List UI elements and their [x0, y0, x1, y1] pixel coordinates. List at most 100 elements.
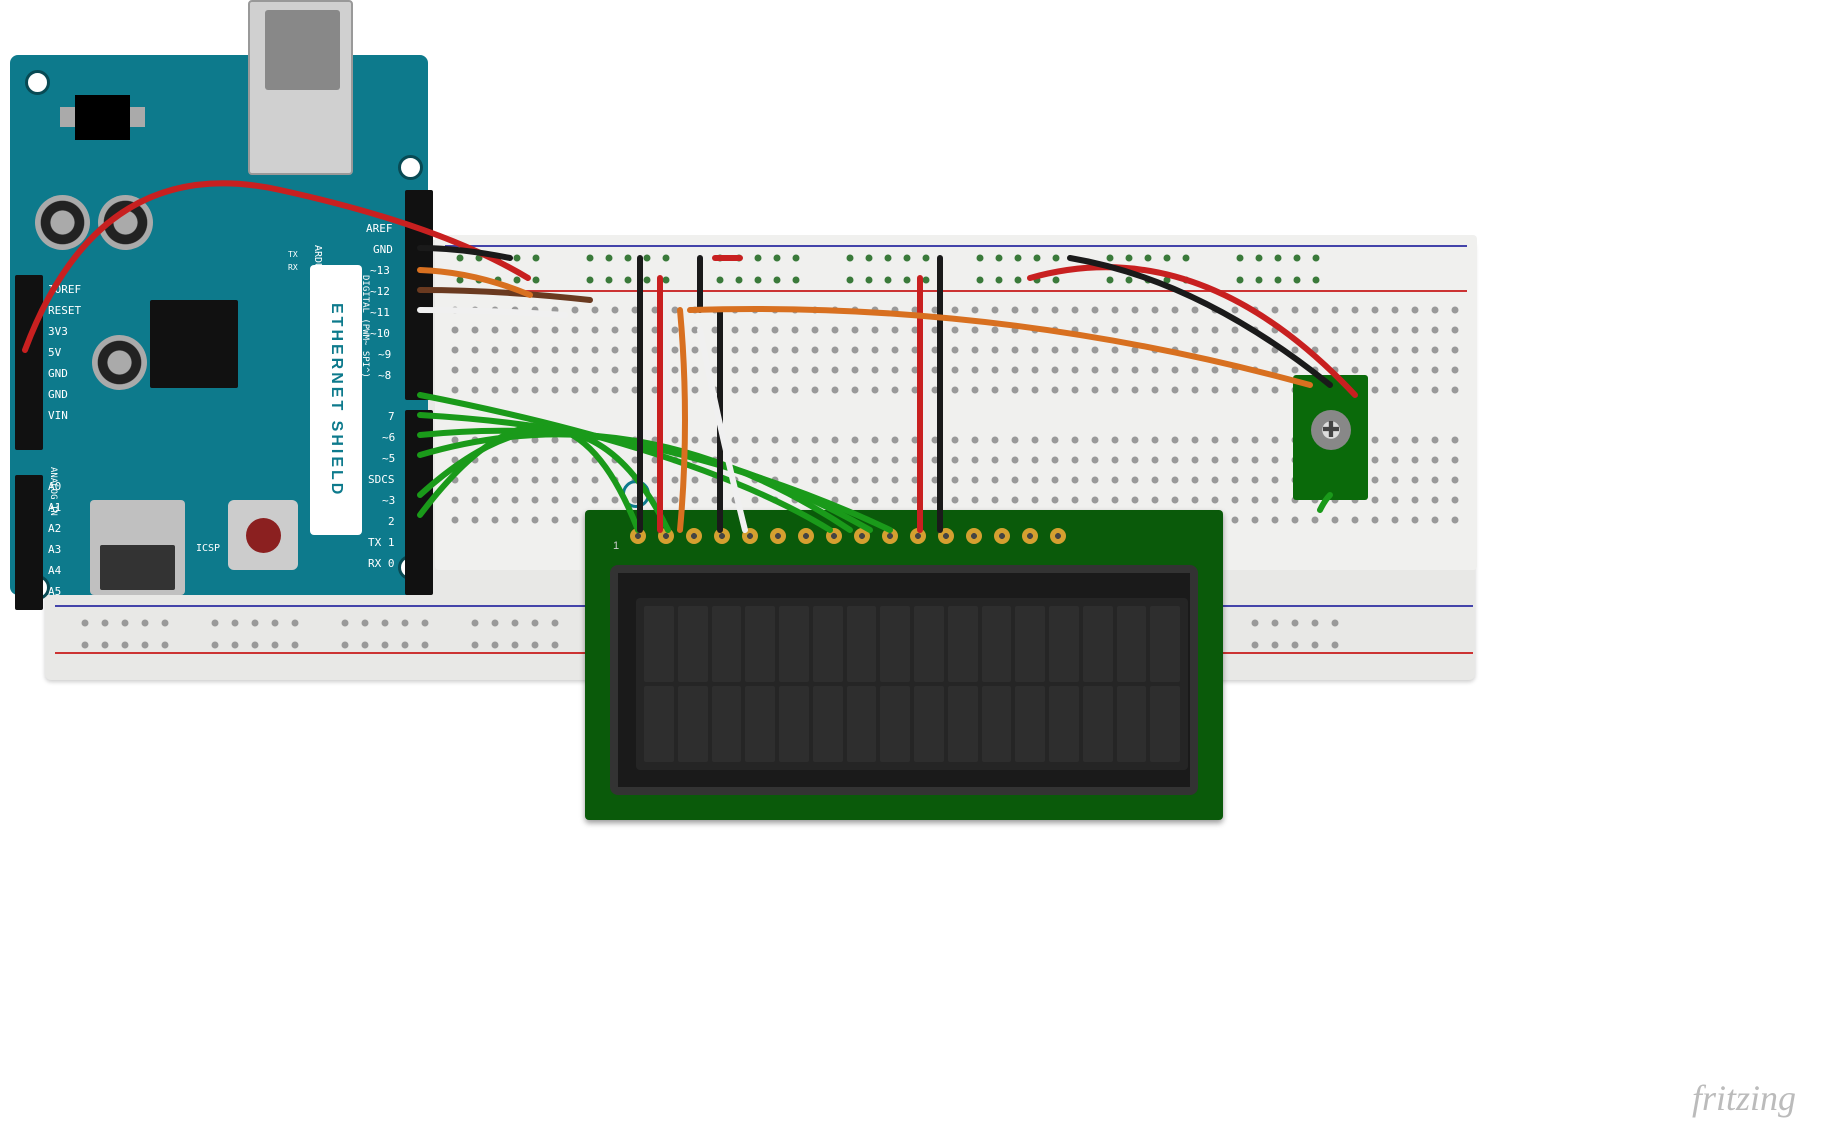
lcd-char: [1049, 606, 1079, 682]
lcd-char: [813, 686, 843, 762]
lcd-pin: [742, 528, 758, 544]
lcd-char: [678, 606, 708, 682]
reset-button: [228, 500, 298, 570]
lcd-pin: [882, 528, 898, 544]
lcd-char: [982, 606, 1012, 682]
lcd-pin-row: [630, 528, 1066, 544]
pin-label: 7: [388, 410, 395, 423]
pin-label: ~11: [370, 306, 390, 319]
lcd-char: [813, 606, 843, 682]
arduino-ethernet-shield: ETHERNET SHIELD ARDUINO AREF GND ~13 ~12…: [10, 55, 428, 595]
shield-label-text: ETHERNET SHIELD: [327, 303, 345, 497]
header-digital-low: [405, 410, 433, 595]
pin-label: ~9: [378, 348, 391, 361]
lcd-pin: [798, 528, 814, 544]
potentiometer: [1293, 375, 1368, 500]
lcd-char: [644, 606, 674, 682]
ethernet-port: [248, 0, 353, 175]
pin-label: RESET: [48, 304, 81, 317]
lcd-pin: [938, 528, 954, 544]
analog-in-label: ANALOG IN: [48, 467, 58, 516]
lcd-char: [1117, 686, 1147, 762]
lcd-char-grid: [636, 598, 1188, 770]
lcd-char: [880, 686, 910, 762]
lcd-char: [948, 686, 978, 762]
tx-label: TX: [288, 250, 298, 259]
sd-card-slot: [90, 500, 185, 595]
pin-label: A5: [48, 585, 61, 598]
rx-label: RX: [288, 263, 298, 272]
pin-label: ~8: [378, 369, 391, 382]
lcd-char: [745, 686, 775, 762]
wiring-diagram: ETHERNET SHIELD ARDUINO AREF GND ~13 ~12…: [0, 0, 1821, 1134]
voltage-regulator: [75, 95, 130, 140]
icsp-label: ICSP: [196, 543, 220, 554]
lcd-pin: [910, 528, 926, 544]
pin-label: ~3: [382, 494, 395, 507]
pin-label: TX 1: [368, 536, 395, 549]
lcd-pin1-label: 1: [613, 540, 619, 552]
ethernet-chip: [150, 300, 238, 388]
lcd-char: [745, 606, 775, 682]
lcd-pin: [630, 528, 646, 544]
lcd-char: [712, 606, 742, 682]
pin-label: RX 0: [368, 557, 395, 570]
lcd-char: [914, 606, 944, 682]
lcd-pin: [686, 528, 702, 544]
lcd-char: [1015, 606, 1045, 682]
lcd-char: [948, 606, 978, 682]
lcd-pin: [994, 528, 1010, 544]
lcd-pin: [770, 528, 786, 544]
lcd-pin: [1022, 528, 1038, 544]
lcd-char: [1049, 686, 1079, 762]
lcd-char: [982, 686, 1012, 762]
header-analog: [15, 475, 43, 610]
pin-label: ~13: [370, 264, 390, 277]
lcd-pin: [658, 528, 674, 544]
pin-label: GND: [373, 243, 393, 256]
pin-label: GND: [48, 367, 68, 380]
mounting-hole: [25, 70, 50, 95]
lcd-char: [1150, 686, 1180, 762]
lcd-char: [880, 606, 910, 682]
capacitor: [98, 195, 153, 250]
lcd-char: [914, 686, 944, 762]
pin-label: ~12: [370, 285, 390, 298]
lcd-pin: [854, 528, 870, 544]
lcd-char: [1083, 606, 1113, 682]
header-digital-high: [405, 190, 433, 400]
header-power: [15, 275, 43, 450]
pin-label: 2: [388, 515, 395, 528]
arduino-brand-label: ARDUINO: [312, 245, 323, 287]
lcd-char: [678, 686, 708, 762]
pin-label: A3: [48, 543, 61, 556]
pin-label: IOREF: [48, 283, 81, 296]
pin-label: GND: [48, 388, 68, 401]
capacitor: [92, 335, 147, 390]
lcd-pin: [826, 528, 842, 544]
pin-label: ~10: [370, 327, 390, 340]
capacitor: [35, 195, 90, 250]
lcd-char: [779, 606, 809, 682]
breadboard-rail-neg-top: [445, 245, 1467, 247]
lcd-char: [779, 686, 809, 762]
lcd-char: [847, 606, 877, 682]
lcd-char: [847, 686, 877, 762]
lcd-16x2: 1: [585, 510, 1223, 820]
pin-label: AREF: [366, 222, 393, 235]
lcd-pin: [714, 528, 730, 544]
lcd-pin: [1050, 528, 1066, 544]
digital-label: DIGITAL (PWM~ SPI^): [360, 275, 370, 378]
pin-label: ~5: [382, 452, 395, 465]
lcd-pin: [966, 528, 982, 544]
pin-label: 3V3: [48, 325, 68, 338]
lcd-screen: [610, 565, 1198, 795]
pin-label: VIN: [48, 409, 68, 422]
pin-label: A2: [48, 522, 61, 535]
lcd-char: [1117, 606, 1147, 682]
potentiometer-knob: [1311, 410, 1351, 450]
pin-label: SDCS: [368, 473, 395, 486]
arduino-logo-icon: [622, 480, 650, 508]
lcd-char: [644, 686, 674, 762]
lcd-char: [712, 686, 742, 762]
